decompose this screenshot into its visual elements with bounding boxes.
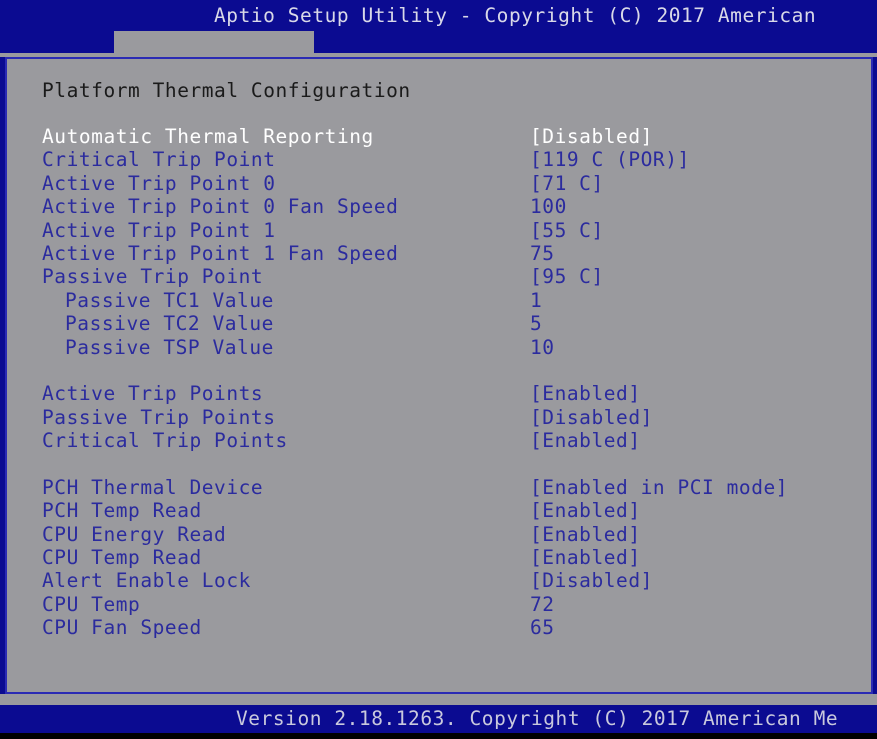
bios-setup-screen: Aptio Setup Utility - Copyright (C) 2017… [0, 0, 877, 739]
setting-row[interactable]: Active Trip Point 0 [71 C] [7, 172, 871, 195]
setting-value[interactable]: 75 [530, 242, 555, 265]
setting-row[interactable]: Passive Trip Point [95 C] [7, 265, 871, 288]
setting-value[interactable]: [Enabled] [530, 382, 641, 405]
setting-value[interactable]: 5 [530, 312, 542, 335]
setting-row[interactable]: Passive Trip Points [Disabled] [7, 406, 871, 429]
setting-label: Active Trip Point 0 [42, 171, 276, 195]
setting-label: PCH Temp Read [42, 499, 202, 523]
setting-label: CPU Energy Read [42, 522, 227, 546]
setting-label: Passive Trip Points [42, 405, 276, 429]
setting-row[interactable]: CPU Energy Read [Enabled] [7, 523, 871, 546]
setting-row[interactable]: PCH Temp Read [Enabled] [7, 499, 871, 522]
setting-value[interactable]: [71 C] [530, 172, 604, 195]
setting-label: Active Trip Point 0 Fan Speed [42, 195, 399, 219]
setting-row[interactable]: Active Trip Point 0 Fan Speed 100 [7, 195, 871, 218]
setting-value[interactable]: [Enabled in PCI mode] [530, 476, 788, 499]
settings-panel: Platform Thermal Configuration Automatic… [5, 57, 873, 694]
setting-value[interactable]: 72 [530, 593, 555, 616]
setting-value[interactable]: [55 C] [530, 219, 604, 242]
setting-label: Automatic Thermal Reporting [42, 125, 374, 148]
setting-row[interactable]: CPU Temp 72 [7, 593, 871, 616]
setting-value[interactable]: [Enabled] [530, 499, 641, 522]
menu-tab-strip: Advanced [0, 31, 877, 77]
setting-row[interactable]: Active Trip Points [Enabled] [7, 382, 871, 405]
setting-row[interactable]: Active Trip Point 1 Fan Speed 75 [7, 242, 871, 265]
setting-label: CPU Fan Speed [42, 616, 202, 640]
setting-label: PCH Thermal Device [42, 475, 264, 499]
app-title: Aptio Setup Utility - Copyright (C) 2017… [214, 4, 817, 27]
setting-label: Active Trip Point 1 Fan Speed [42, 241, 399, 265]
setting-label: CPU Temp [42, 592, 141, 616]
settings-row-list: Automatic Thermal Reporting [Disabled] Cri… [7, 125, 871, 640]
setting-row[interactable]: Passive TC1 Value 1 [7, 289, 871, 312]
setting-value[interactable]: 10 [530, 336, 555, 359]
footer-bar: Version 2.18.1263. Copyright (C) 2017 Am… [0, 705, 877, 733]
setting-value[interactable]: [Disabled] [530, 125, 653, 148]
screen-bottom-edge [0, 733, 877, 739]
setting-row[interactable]: Active Trip Point 1 [55 C] [7, 219, 871, 242]
setting-label: Active Trip Point 1 [42, 218, 276, 242]
setting-label: Alert Enable Lock [42, 569, 251, 593]
setting-value[interactable]: [Enabled] [530, 546, 641, 569]
setting-row[interactable]: Critical Trip Point [119 C (POR)] [7, 148, 871, 171]
setting-row[interactable]: PCH Thermal Device [Enabled in PCI mode] [7, 476, 871, 499]
setting-label: Passive Trip Point [42, 265, 264, 289]
setting-value[interactable]: 65 [530, 616, 555, 639]
setting-value[interactable]: [Disabled] [530, 406, 653, 429]
setting-label: Active Trip Points [42, 382, 264, 406]
setting-value[interactable]: [Disabled] [530, 569, 653, 592]
setting-row[interactable]: Alert Enable Lock [Disabled] [7, 569, 871, 592]
title-bar: Aptio Setup Utility - Copyright (C) 2017… [0, 0, 877, 31]
setting-label: Passive TC2 Value [65, 312, 274, 336]
setting-value[interactable]: [Enabled] [530, 429, 641, 452]
setting-label: Critical Trip Point [42, 148, 276, 172]
setting-value[interactable]: [Enabled] [530, 523, 641, 546]
section-title: Platform Thermal Configuration [42, 79, 411, 102]
setting-row[interactable]: CPU Temp Read [Enabled] [7, 546, 871, 569]
setting-label: CPU Temp Read [42, 546, 202, 570]
setting-row[interactable]: Passive TC2 Value 5 [7, 312, 871, 335]
footer-gap [0, 694, 877, 705]
setting-value[interactable]: [95 C] [530, 265, 604, 288]
setting-value[interactable]: 1 [530, 289, 542, 312]
setting-value[interactable]: [119 C (POR)] [530, 148, 690, 171]
row-spacer [7, 452, 871, 475]
setting-row[interactable]: Critical Trip Points [Enabled] [7, 429, 871, 452]
setting-row[interactable]: Passive TSP Value 10 [7, 336, 871, 359]
setting-label: Passive TC1 Value [65, 288, 274, 312]
setting-value[interactable]: 100 [530, 195, 567, 218]
setting-row[interactable]: CPU Fan Speed 65 [7, 616, 871, 639]
setting-row[interactable]: Automatic Thermal Reporting [Disabled] [7, 125, 871, 148]
setting-label: Passive TSP Value [65, 335, 274, 359]
version-text: Version 2.18.1263. Copyright (C) 2017 Am… [236, 707, 839, 730]
row-spacer [7, 359, 871, 382]
setting-label: Critical Trip Points [42, 429, 288, 453]
tab-advanced[interactable]: Advanced [114, 31, 315, 77]
